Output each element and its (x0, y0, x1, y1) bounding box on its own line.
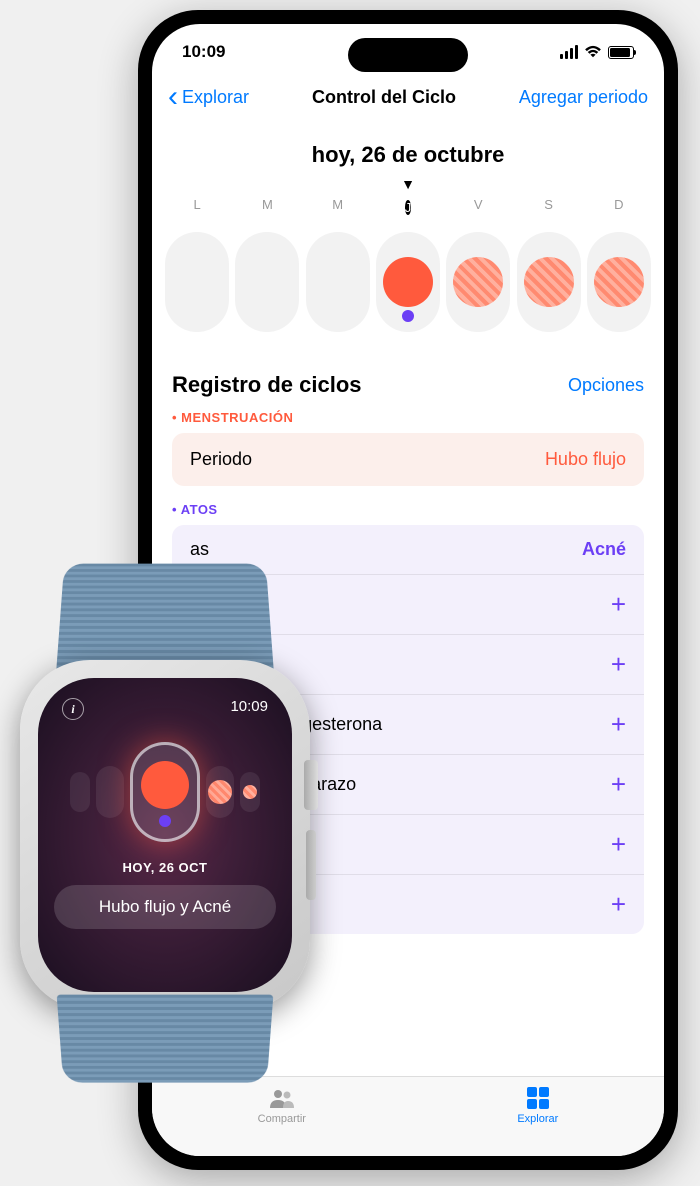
status-right (560, 45, 634, 59)
watch-day-pill (240, 772, 260, 812)
apple-watch: i 10:09 HOY, 26 OCT Hubo flujo y Acné (10, 560, 320, 1085)
week-day-labels: L M M J V S D (152, 196, 664, 220)
day-pill[interactable] (446, 232, 510, 332)
nav-bar: Explorar Control del Ciclo Agregar perio… (152, 72, 664, 122)
chevron-down-icon: ▼ (152, 176, 664, 192)
tab-label: Compartir (258, 1113, 306, 1125)
watch-time: 10:09 (230, 698, 268, 720)
watch-day-pill (206, 766, 234, 818)
day-pill[interactable] (517, 232, 581, 332)
info-icon[interactable]: i (62, 698, 84, 720)
plus-icon: + (611, 589, 626, 620)
date-header: hoy, 26 de octubre (152, 142, 664, 168)
symptom-dot-icon (159, 815, 171, 827)
watch-case: i 10:09 HOY, 26 OCT Hubo flujo y Acné (20, 660, 310, 1010)
predicted-period-icon (594, 257, 644, 307)
period-label: Periodo (190, 449, 252, 470)
watch-status-bar: i 10:09 (54, 694, 276, 724)
watch-crown[interactable] (304, 760, 318, 810)
menstruation-label: MENSTRUACIÓN (172, 410, 644, 425)
tab-bar: Compartir Explorar (152, 1076, 664, 1156)
week-cycle-pills[interactable] (152, 232, 664, 332)
day-pill-today[interactable] (376, 232, 440, 332)
cellular-signal-icon (560, 45, 578, 59)
watch-screen: i 10:09 HOY, 26 OCT Hubo flujo y Acné (38, 678, 292, 992)
plus-icon: + (611, 889, 626, 920)
period-indicator-icon (141, 761, 189, 809)
predicted-period-icon (524, 257, 574, 307)
add-period-button[interactable]: Agregar periodo (519, 87, 648, 108)
watch-day-pill (70, 772, 90, 812)
period-row[interactable]: Periodo Hubo flujo (172, 433, 644, 486)
options-button[interactable]: Opciones (568, 375, 644, 396)
watch-day-pill-today (130, 742, 200, 842)
plus-icon: + (611, 709, 626, 740)
plus-icon: + (611, 649, 626, 680)
plus-icon: + (611, 829, 626, 860)
day-label: V (474, 197, 483, 212)
wifi-icon (584, 45, 602, 59)
day-label: D (614, 197, 623, 212)
predicted-period-icon (453, 257, 503, 307)
watch-cycle-strip[interactable] (54, 742, 276, 842)
grid-icon (524, 1085, 552, 1111)
day-label: M (332, 197, 343, 212)
day-pill[interactable] (306, 232, 370, 332)
cycle-log-title: Registro de ciclos (172, 372, 362, 398)
day-pill[interactable] (587, 232, 651, 332)
people-icon (268, 1085, 296, 1111)
day-label-active: J (405, 200, 412, 215)
predicted-period-icon (208, 780, 232, 804)
day-pill[interactable] (235, 232, 299, 332)
period-value: Hubo flujo (545, 449, 626, 470)
nav-title: Control del Ciclo (312, 87, 456, 108)
watch-day-pill (96, 766, 124, 818)
day-label: L (194, 197, 201, 212)
watch-date: HOY, 26 OCT (54, 860, 276, 875)
back-button[interactable]: Explorar (168, 80, 249, 114)
tab-explore[interactable]: Explorar (517, 1085, 558, 1156)
watch-summary-pill[interactable]: Hubo flujo y Acné (54, 885, 276, 929)
tab-share[interactable]: Compartir (258, 1085, 306, 1156)
battery-icon (608, 46, 634, 59)
tab-label: Explorar (517, 1113, 558, 1125)
period-indicator-icon (383, 257, 433, 307)
other-data-label: ATOS (172, 502, 644, 517)
symptom-dot-icon (402, 310, 414, 322)
status-time: 10:09 (182, 42, 225, 62)
predicted-period-icon (243, 785, 257, 799)
day-label: M (262, 197, 273, 212)
watch-side-button[interactable] (306, 830, 316, 900)
plus-icon: + (611, 769, 626, 800)
day-pill[interactable] (165, 232, 229, 332)
day-label: S (544, 197, 553, 212)
dynamic-island (348, 38, 468, 72)
watch-band (57, 995, 274, 1083)
